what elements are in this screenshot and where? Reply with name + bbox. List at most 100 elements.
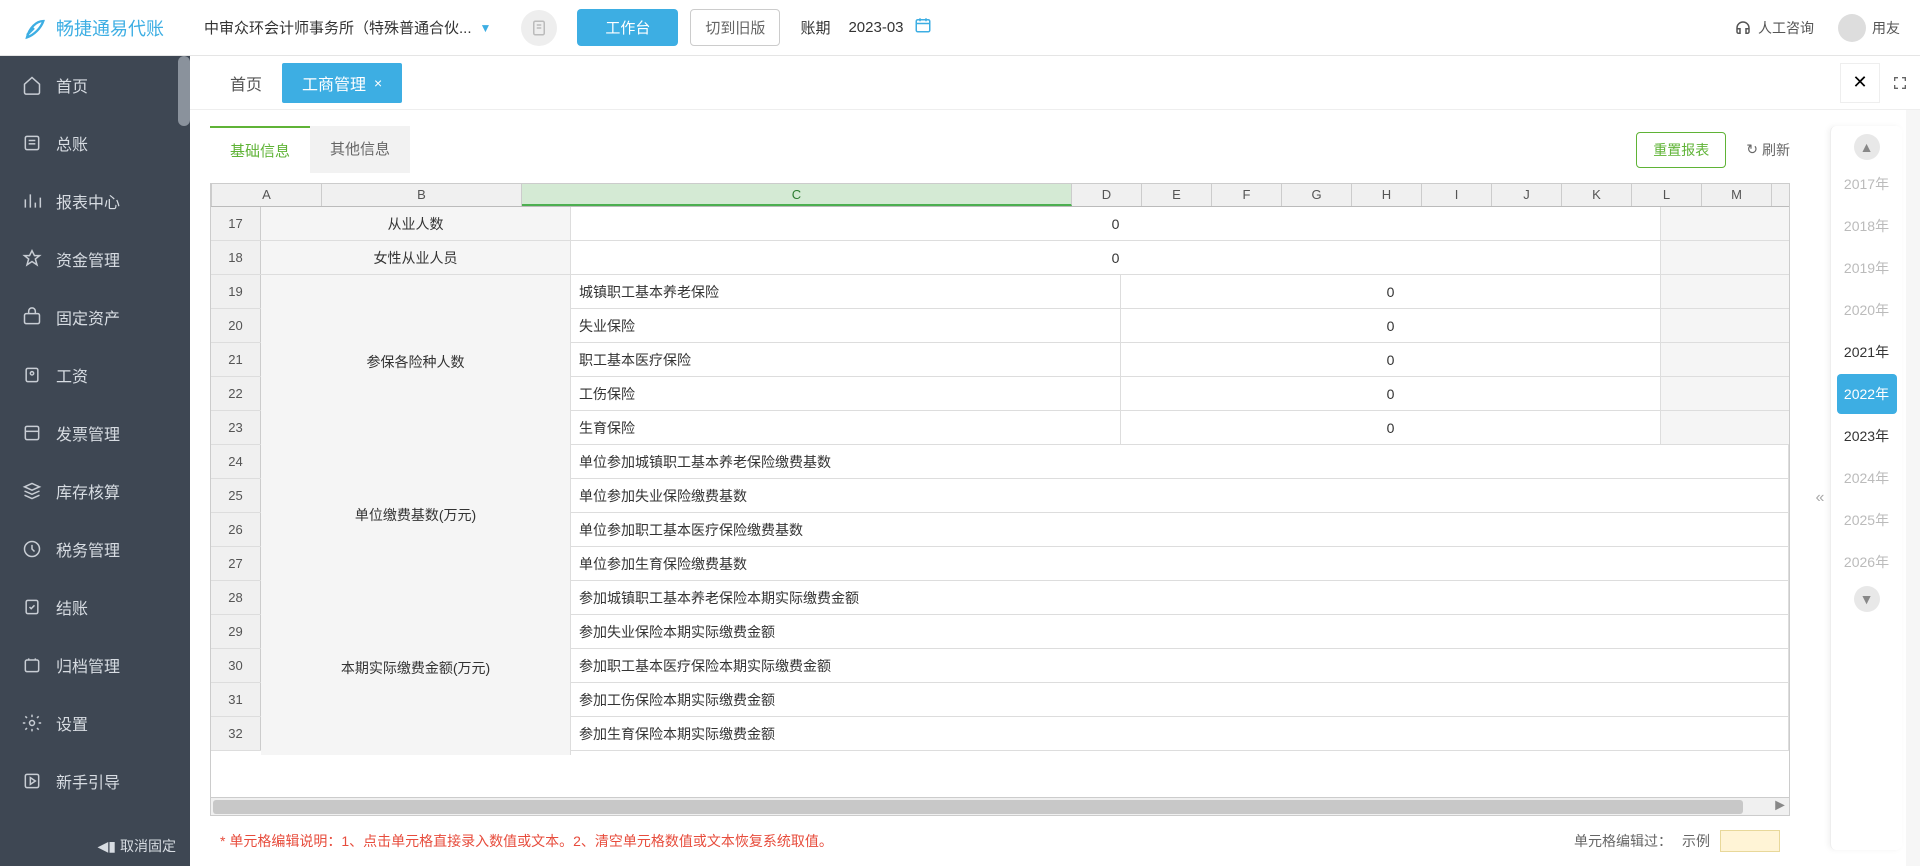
sidebar-item-2[interactable]: 报表中心	[0, 172, 190, 230]
doc-icon[interactable]	[521, 10, 557, 46]
sidebar-item-7[interactable]: 库存核算	[0, 462, 190, 520]
row-header[interactable]: 29	[211, 615, 261, 648]
year-option[interactable]: 2021年	[1837, 332, 1897, 372]
sub-label-cell[interactable]: 单位参加生育保险缴费基数	[571, 547, 1789, 580]
row-label-cell[interactable]: 女性从业人员	[261, 241, 571, 274]
column-header-F[interactable]: F	[1212, 184, 1282, 206]
sidebar-item-6[interactable]: 发票管理	[0, 404, 190, 462]
sub-label-cell[interactable]: 单位参加职工基本医疗保险缴费基数	[571, 513, 1789, 546]
sidebar-item-8[interactable]: 税务管理	[0, 520, 190, 578]
row-header[interactable]: 22	[211, 377, 261, 410]
row-header[interactable]: 21	[211, 343, 261, 376]
tab-business-admin[interactable]: 工商管理 ×	[282, 63, 402, 103]
value-cell[interactable]: 0	[1121, 309, 1661, 342]
empty-cell[interactable]	[1661, 343, 1789, 376]
calendar-icon[interactable]	[914, 16, 932, 39]
sub-label-cell[interactable]: 参加失业保险本期实际缴费金额	[571, 615, 1789, 648]
close-icon[interactable]: ×	[374, 75, 382, 91]
column-header-A[interactable]: A	[212, 184, 322, 206]
sidebar-scrollbar[interactable]	[178, 56, 190, 126]
value-cell[interactable]: 0	[571, 207, 1661, 240]
empty-cell[interactable]	[1661, 309, 1789, 342]
workbench-button[interactable]: 工作台	[577, 9, 678, 46]
year-option[interactable]: 2018年	[1837, 206, 1897, 246]
refresh-button[interactable]: ↻ 刷新	[1746, 140, 1790, 160]
user-menu[interactable]: 用友	[1838, 14, 1900, 42]
value-cell[interactable]: 0	[571, 241, 1661, 274]
row-header[interactable]: 27	[211, 547, 261, 580]
empty-cell[interactable]	[1661, 275, 1789, 308]
column-header-E[interactable]: E	[1142, 184, 1212, 206]
row-header[interactable]: 25	[211, 479, 261, 512]
sidebar-item-3[interactable]: 资金管理	[0, 230, 190, 288]
sidebar-item-11[interactable]: 设置	[0, 694, 190, 752]
column-header-N[interactable]: N	[1772, 184, 1790, 206]
reset-report-button[interactable]: 重置报表	[1636, 132, 1726, 168]
sub-label-cell[interactable]: 参加生育保险本期实际缴费金额	[571, 717, 1789, 750]
row-header[interactable]: 24	[211, 445, 261, 478]
group-label-cell[interactable]: 单位缴费基数(万元)	[261, 445, 571, 584]
empty-cell[interactable]	[1661, 241, 1789, 274]
column-header-L[interactable]: L	[1632, 184, 1702, 206]
sub-label-cell[interactable]: 生育保险	[571, 411, 1121, 444]
row-header[interactable]: 19	[211, 275, 261, 308]
old-version-button[interactable]: 切到旧版	[690, 9, 780, 46]
column-header-J[interactable]: J	[1492, 184, 1562, 206]
value-cell[interactable]: 0	[1121, 275, 1661, 308]
unpin-sidebar[interactable]: ◀▮ 取消固定	[98, 836, 176, 856]
sub-label-cell[interactable]: 工伤保险	[571, 377, 1121, 410]
sub-label-cell[interactable]: 参加城镇职工基本养老保险本期实际缴费金额	[571, 581, 1789, 614]
year-option[interactable]: 2026年	[1837, 542, 1897, 582]
sub-label-cell[interactable]: 单位参加城镇职工基本养老保险缴费基数	[571, 445, 1789, 478]
tab-home[interactable]: 首页	[210, 63, 282, 103]
column-header-M[interactable]: M	[1702, 184, 1772, 206]
subtab-basic-info[interactable]: 基础信息	[210, 126, 310, 173]
row-header[interactable]: 31	[211, 683, 261, 716]
year-option[interactable]: 2024年	[1837, 458, 1897, 498]
sub-label-cell[interactable]: 职工基本医疗保险	[571, 343, 1121, 376]
vertical-scrollbar[interactable]	[1906, 110, 1920, 866]
close-all-tabs-button[interactable]: ✕	[1840, 63, 1880, 103]
value-cell[interactable]: 0	[1121, 411, 1661, 444]
year-option[interactable]: 2017年	[1837, 164, 1897, 204]
year-down-button[interactable]: ▼	[1854, 586, 1880, 612]
year-option[interactable]: 2019年	[1837, 248, 1897, 288]
row-label-cell[interactable]: 从业人数	[261, 207, 571, 240]
row-header[interactable]: 18	[211, 241, 261, 274]
scrollbar-thumb[interactable]	[213, 800, 1743, 814]
sub-label-cell[interactable]: 参加职工基本医疗保险本期实际缴费金额	[571, 649, 1789, 682]
sidebar-item-5[interactable]: 工资	[0, 346, 190, 404]
value-cell[interactable]: 0	[1121, 343, 1661, 376]
sub-label-cell[interactable]: 单位参加失业保险缴费基数	[571, 479, 1789, 512]
year-option[interactable]: 2020年	[1837, 290, 1897, 330]
year-option[interactable]: 2023年	[1837, 416, 1897, 456]
row-header[interactable]: 23	[211, 411, 261, 444]
fullscreen-icon[interactable]	[1880, 63, 1920, 103]
empty-cell[interactable]	[1661, 207, 1789, 240]
horizontal-scrollbar[interactable]: ◄ ►	[211, 797, 1789, 815]
sidebar-item-12[interactable]: 新手引导	[0, 752, 190, 810]
sidebar-item-9[interactable]: 结账	[0, 578, 190, 636]
sidebar-item-1[interactable]: 总账	[0, 114, 190, 172]
scroll-right-icon[interactable]: ►	[1771, 798, 1789, 816]
sidebar-item-4[interactable]: 固定资产	[0, 288, 190, 346]
sub-label-cell[interactable]: 失业保险	[571, 309, 1121, 342]
subtab-other-info[interactable]: 其他信息	[310, 126, 410, 173]
column-header-H[interactable]: H	[1352, 184, 1422, 206]
row-header[interactable]: 17	[211, 207, 261, 240]
column-header-D[interactable]: D	[1072, 184, 1142, 206]
group-label-cell[interactable]: 本期实际缴费金额(万元)	[261, 581, 571, 755]
year-option[interactable]: 2022年	[1837, 374, 1897, 414]
empty-cell[interactable]	[1661, 377, 1789, 410]
sidebar-item-10[interactable]: 归档管理	[0, 636, 190, 694]
sub-label-cell[interactable]: 城镇职工基本养老保险	[571, 275, 1121, 308]
column-header-I[interactable]: I	[1422, 184, 1492, 206]
consult-link[interactable]: 人工咨询	[1734, 18, 1814, 38]
year-option[interactable]: 2025年	[1837, 500, 1897, 540]
column-header-B[interactable]: B	[322, 184, 522, 206]
row-header[interactable]: 20	[211, 309, 261, 342]
row-header[interactable]: 26	[211, 513, 261, 546]
year-up-button[interactable]: ▲	[1854, 134, 1880, 160]
row-header[interactable]: 30	[211, 649, 261, 682]
row-header[interactable]: 32	[211, 717, 261, 750]
